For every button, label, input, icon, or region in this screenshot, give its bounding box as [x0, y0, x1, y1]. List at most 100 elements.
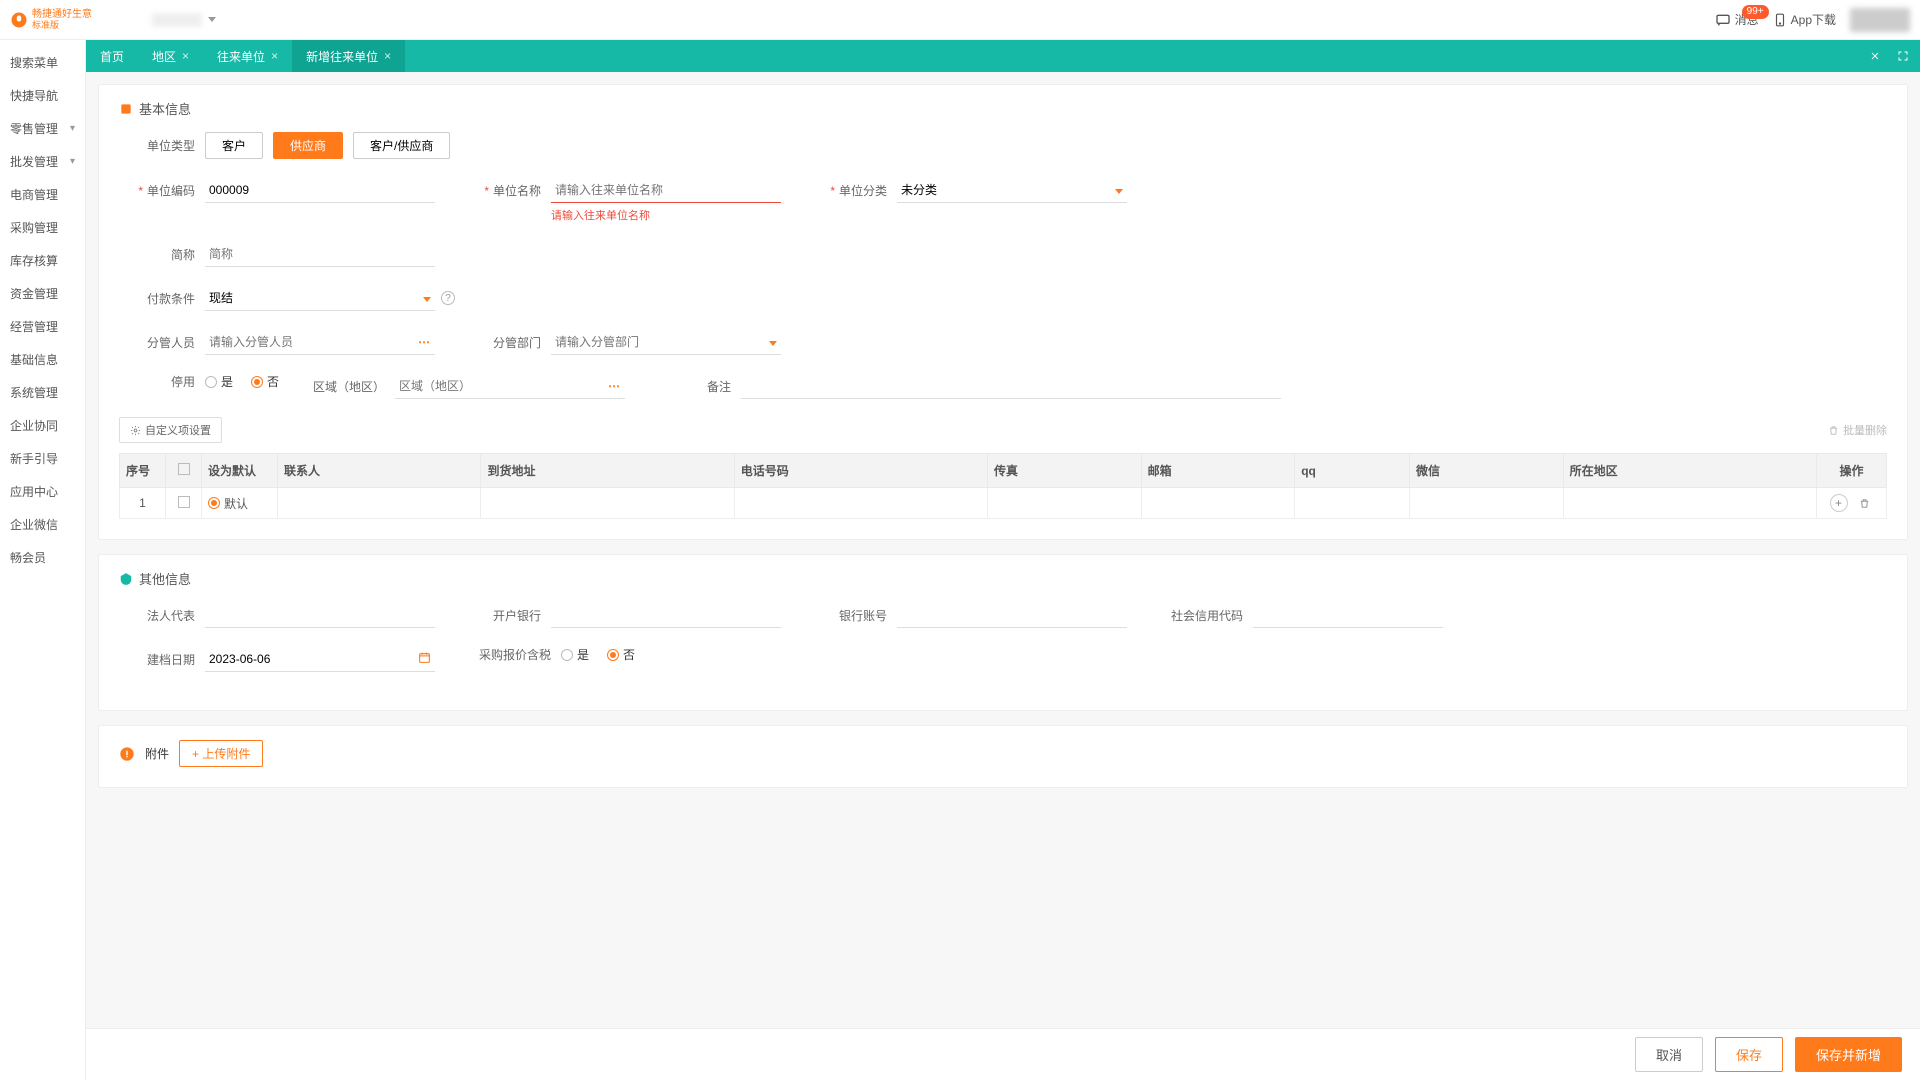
wechat-cell[interactable]: [1410, 488, 1564, 519]
trash-icon: [1828, 425, 1839, 436]
disabled-yes-radio[interactable]: 是: [205, 373, 233, 390]
credit-code-input[interactable]: [1253, 602, 1443, 628]
download-icon: [1773, 13, 1787, 27]
sidebar-item-inventory[interactable]: 库存核算: [0, 244, 85, 277]
purchase-tax-yes-radio[interactable]: 是: [561, 646, 589, 663]
close-icon[interactable]: ×: [182, 49, 189, 63]
save-button[interactable]: 保存: [1715, 1037, 1783, 1072]
sidebar-item-member[interactable]: 畅会员: [0, 541, 85, 574]
legal-rep-input[interactable]: [205, 602, 435, 628]
trash-icon: [1859, 498, 1870, 509]
bank-input[interactable]: [551, 602, 781, 628]
brand-name: 畅捷通好生意: [32, 10, 92, 20]
bulk-delete-button[interactable]: 批量删除: [1828, 422, 1887, 438]
sidebar-item-retail[interactable]: 零售管理▾: [0, 112, 85, 145]
sidebar-item-quicknav[interactable]: 快捷导航: [0, 79, 85, 112]
upload-attachment-button[interactable]: + 上传附件: [179, 740, 263, 767]
col-check: [166, 454, 202, 488]
attachment-icon: [119, 746, 135, 762]
unit-type-customer[interactable]: 客户: [205, 132, 263, 159]
close-all-tabs-button[interactable]: [1864, 45, 1886, 67]
bank-account-input[interactable]: [897, 602, 1127, 628]
sidebar-item-ecommerce[interactable]: 电商管理: [0, 178, 85, 211]
select-all-checkbox[interactable]: [178, 463, 190, 475]
sidebar-item-purchase[interactable]: 采购管理: [0, 211, 85, 244]
chevron-down-icon[interactable]: [769, 335, 777, 349]
row-checkbox[interactable]: [178, 496, 190, 508]
table-row: 1 默认: [120, 488, 1887, 519]
calendar-icon[interactable]: [418, 651, 431, 667]
add-row-button[interactable]: +: [1830, 494, 1848, 512]
manager-input[interactable]: [205, 329, 435, 355]
close-icon[interactable]: ×: [384, 49, 391, 63]
purchase-tax-no-radio[interactable]: 否: [607, 646, 635, 663]
col-wechat: 微信: [1410, 454, 1564, 488]
region-label: 区域（地区）: [309, 378, 395, 395]
unit-code-label: 单位编码: [119, 182, 205, 199]
sidebar-item-system[interactable]: 系统管理: [0, 376, 85, 409]
fax-cell[interactable]: [987, 488, 1141, 519]
phone-cell[interactable]: [734, 488, 987, 519]
col-phone: 电话号码: [734, 454, 987, 488]
sidebar-item-search[interactable]: 搜索菜单: [0, 46, 85, 79]
sidebar-item-wecom[interactable]: 企业微信: [0, 508, 85, 541]
email-cell[interactable]: [1141, 488, 1295, 519]
sidebar-item-wholesale[interactable]: 批发管理▾: [0, 145, 85, 178]
app-download-button[interactable]: App下载: [1773, 11, 1836, 28]
section-title: 基本信息: [139, 99, 191, 118]
default-radio[interactable]: 默认: [208, 495, 271, 512]
disabled-label: 停用: [119, 373, 205, 390]
custom-fields-button[interactable]: 自定义项设置: [119, 417, 222, 443]
unit-type-label: 单位类型: [119, 137, 205, 154]
bank-account-label: 银行账号: [811, 607, 897, 624]
caret-down-icon: ▾: [70, 156, 75, 167]
pay-terms-label: 付款条件: [119, 290, 205, 307]
fullscreen-button[interactable]: [1892, 45, 1914, 67]
disabled-no-radio[interactable]: 否: [251, 373, 279, 390]
sidebar-item-basicinfo[interactable]: 基础信息: [0, 343, 85, 376]
section-title: 其他信息: [139, 569, 191, 588]
brand-edition: 标准版: [32, 20, 92, 30]
unit-type-both[interactable]: 客户/供应商: [353, 132, 450, 159]
sidebar-item-operation[interactable]: 经营管理: [0, 310, 85, 343]
delete-row-button[interactable]: [1856, 494, 1874, 512]
chevron-down-icon[interactable]: [1115, 183, 1123, 197]
unit-name-error: 请输入往来单位名称: [551, 207, 650, 223]
short-name-label: 简称: [119, 246, 205, 263]
tab-partners[interactable]: 往来单位×: [203, 40, 292, 72]
contact-cell[interactable]: [278, 488, 481, 519]
region-cell[interactable]: [1563, 488, 1816, 519]
user-avatar[interactable]: [1850, 8, 1910, 32]
address-cell[interactable]: [481, 488, 734, 519]
tab-add-partner[interactable]: 新增往来单位×: [292, 40, 405, 72]
save-and-add-button[interactable]: 保存并新增: [1795, 1037, 1902, 1072]
close-icon[interactable]: ×: [271, 49, 278, 63]
messages-button[interactable]: 消息 99+: [1715, 11, 1759, 28]
archive-date-input[interactable]: [205, 646, 435, 672]
pay-terms-select[interactable]: [205, 285, 435, 311]
unit-name-input[interactable]: [551, 177, 781, 203]
org-selector[interactable]: [152, 13, 216, 27]
department-select[interactable]: [551, 329, 781, 355]
sidebar-item-guide[interactable]: 新手引导: [0, 442, 85, 475]
short-name-input[interactable]: [205, 241, 435, 267]
more-icon[interactable]: ⋯: [418, 335, 431, 349]
qq-cell[interactable]: [1295, 488, 1410, 519]
region-input[interactable]: [395, 373, 625, 399]
remark-input[interactable]: [741, 373, 1281, 399]
unit-code-input[interactable]: [205, 177, 435, 203]
chevron-down-icon[interactable]: [423, 291, 431, 305]
caret-down-icon: ▾: [70, 123, 75, 134]
footer-actions: 取消 保存 保存并新增: [86, 1028, 1920, 1080]
help-icon[interactable]: ?: [441, 291, 455, 305]
unit-type-supplier[interactable]: 供应商: [273, 132, 343, 159]
tab-region[interactable]: 地区×: [138, 40, 203, 72]
sidebar-item-finance[interactable]: 资金管理: [0, 277, 85, 310]
sidebar-item-coop[interactable]: 企业协同: [0, 409, 85, 442]
unit-category-select[interactable]: [897, 177, 1127, 203]
more-icon[interactable]: ⋯: [608, 379, 621, 393]
col-action: 操作: [1817, 454, 1887, 488]
tab-home[interactable]: 首页: [86, 40, 138, 72]
cancel-button[interactable]: 取消: [1635, 1037, 1703, 1072]
sidebar-item-appcenter[interactable]: 应用中心: [0, 475, 85, 508]
